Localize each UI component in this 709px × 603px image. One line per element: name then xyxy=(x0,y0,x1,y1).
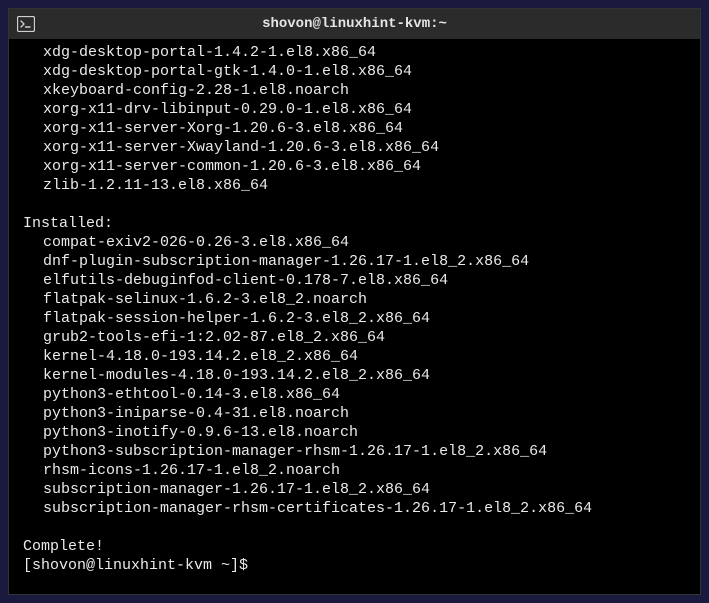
package-line: zlib-1.2.11-13.el8.x86_64 xyxy=(23,176,686,195)
package-line: xdg-desktop-portal-gtk-1.4.0-1.el8.x86_6… xyxy=(23,62,686,81)
package-line: subscription-manager-rhsm-certificates-1… xyxy=(23,499,686,518)
package-line: elfutils-debuginfod-client-0.178-7.el8.x… xyxy=(23,271,686,290)
package-line: flatpak-selinux-1.6.2-3.el8_2.noarch xyxy=(23,290,686,309)
package-line: kernel-modules-4.18.0-193.14.2.el8_2.x86… xyxy=(23,366,686,385)
terminal-window: shovon@linuxhint-kvm:~ xdg-desktop-porta… xyxy=(8,8,701,595)
package-line: xkeyboard-config-2.28-1.el8.noarch xyxy=(23,81,686,100)
package-line: python3-inotify-0.9.6-13.el8.noarch xyxy=(23,423,686,442)
terminal-icon xyxy=(17,16,35,32)
package-line: xorg-x11-server-Xwayland-1.20.6-3.el8.x8… xyxy=(23,138,686,157)
package-line: compat-exiv2-026-0.26-3.el8.x86_64 xyxy=(23,233,686,252)
installed-header: Installed: xyxy=(23,214,686,233)
package-line: xorg-x11-server-common-1.20.6-3.el8.x86_… xyxy=(23,157,686,176)
package-line: kernel-4.18.0-193.14.2.el8_2.x86_64 xyxy=(23,347,686,366)
package-line: dnf-plugin-subscription-manager-1.26.17-… xyxy=(23,252,686,271)
package-line: python3-iniparse-0.4-31.el8.noarch xyxy=(23,404,686,423)
package-line: flatpak-session-helper-1.6.2-3.el8_2.x86… xyxy=(23,309,686,328)
complete-line: Complete! xyxy=(23,537,686,556)
terminal-output[interactable]: xdg-desktop-portal-1.4.2-1.el8.x86_64xdg… xyxy=(9,39,700,594)
package-line: xorg-x11-drv-libinput-0.29.0-1.el8.x86_6… xyxy=(23,100,686,119)
package-line: subscription-manager-1.26.17-1.el8_2.x86… xyxy=(23,480,686,499)
package-line: python3-ethtool-0.14-3.el8.x86_64 xyxy=(23,385,686,404)
shell-prompt: [shovon@linuxhint-kvm ~]$ xyxy=(23,557,257,574)
titlebar: shovon@linuxhint-kvm:~ xyxy=(9,9,700,39)
window-title: shovon@linuxhint-kvm:~ xyxy=(9,16,700,32)
package-line: python3-subscription-manager-rhsm-1.26.1… xyxy=(23,442,686,461)
package-line: grub2-tools-efi-1:2.02-87.el8_2.x86_64 xyxy=(23,328,686,347)
package-line: xdg-desktop-portal-1.4.2-1.el8.x86_64 xyxy=(23,43,686,62)
cursor[interactable] xyxy=(257,558,258,572)
package-line: xorg-x11-server-Xorg-1.20.6-3.el8.x86_64 xyxy=(23,119,686,138)
package-line: rhsm-icons-1.26.17-1.el8_2.noarch xyxy=(23,461,686,480)
